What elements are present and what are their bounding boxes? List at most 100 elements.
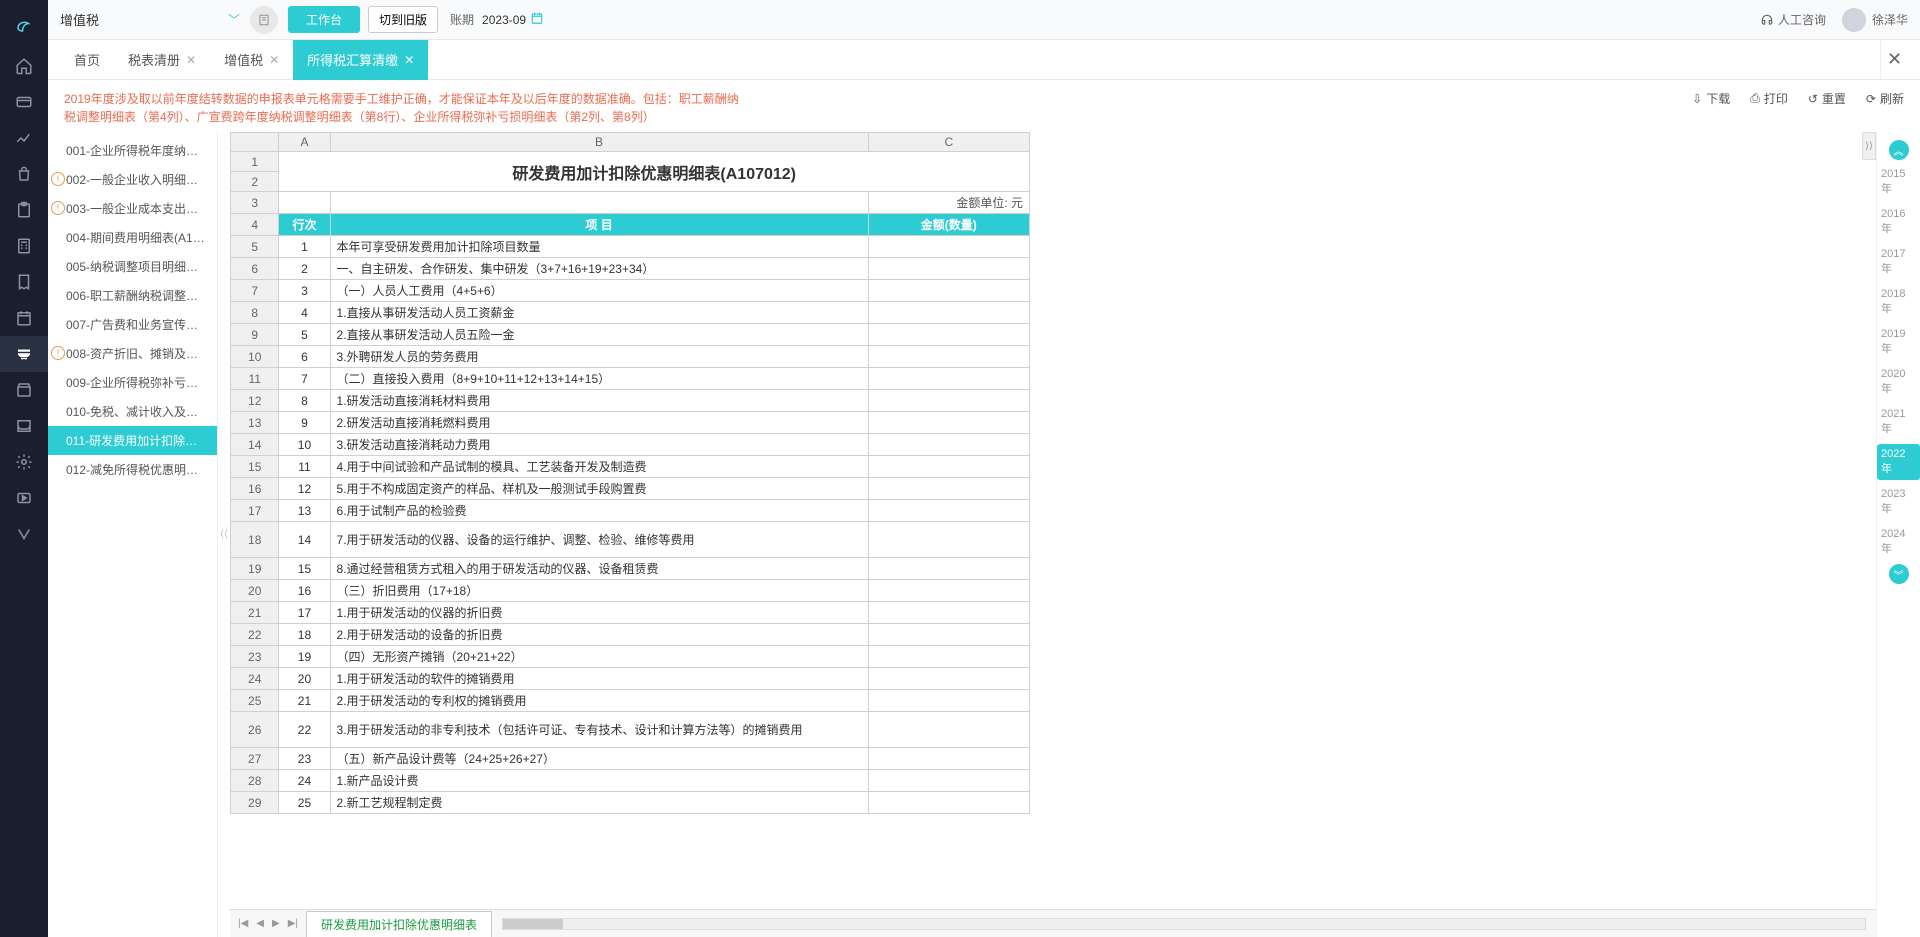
- form-list-item[interactable]: 002-一般企业收入明细表(A...: [48, 165, 217, 194]
- item-text-cell[interactable]: 1.直接从事研发活动人员工资薪金: [330, 302, 868, 324]
- amount-cell[interactable]: [868, 712, 1029, 748]
- sheet-title[interactable]: 研发费用加计扣除优惠明细表(A107012): [279, 152, 1030, 192]
- amount-cell[interactable]: [868, 522, 1029, 558]
- item-text-cell[interactable]: （三）折旧费用（17+18）: [330, 580, 868, 602]
- line-number-cell[interactable]: 21: [279, 690, 330, 712]
- row-header[interactable]: 20: [231, 580, 279, 602]
- refresh-button[interactable]: ⟳ 刷新: [1866, 90, 1904, 107]
- header-row-amount[interactable]: 金额(数量): [868, 214, 1029, 236]
- sheet-tab-active[interactable]: 研发费用加计扣除优惠明细表: [306, 911, 492, 937]
- nav-receipt-icon[interactable]: [0, 264, 48, 300]
- line-number-cell[interactable]: 10: [279, 434, 330, 456]
- row-header[interactable]: 8: [231, 302, 279, 324]
- print-button[interactable]: ⎙ 打印: [1750, 90, 1788, 107]
- amount-cell[interactable]: [868, 302, 1029, 324]
- amount-cell[interactable]: [868, 390, 1029, 412]
- line-number-cell[interactable]: 25: [279, 792, 330, 814]
- row-header[interactable]: 10: [231, 346, 279, 368]
- app-logo-icon[interactable]: [0, 8, 48, 48]
- row-header[interactable]: 14: [231, 434, 279, 456]
- sheet-corner[interactable]: [231, 133, 279, 152]
- item-text-cell[interactable]: 3.外聘研发人员的劳务费用: [330, 346, 868, 368]
- col-header-b[interactable]: B: [330, 133, 868, 152]
- line-number-cell[interactable]: 14: [279, 522, 330, 558]
- form-list-item[interactable]: 009-企业所得税弥补亏损明...: [48, 368, 217, 397]
- line-number-cell[interactable]: 9: [279, 412, 330, 434]
- tab-3[interactable]: 所得税汇算清缴✕: [293, 40, 428, 80]
- row-header[interactable]: 26: [231, 712, 279, 748]
- amount-cell[interactable]: [868, 412, 1029, 434]
- year-item[interactable]: 2020年: [1877, 364, 1920, 400]
- form-list-item[interactable]: 010-免税、减计收入及加计...: [48, 397, 217, 426]
- col-header-c[interactable]: C: [868, 133, 1029, 152]
- header-row-item[interactable]: 项 目: [330, 214, 868, 236]
- amount-cell[interactable]: [868, 668, 1029, 690]
- item-text-cell[interactable]: 6.用于试制产品的检验费: [330, 500, 868, 522]
- row-header[interactable]: 12: [231, 390, 279, 412]
- nav-card-icon[interactable]: [0, 84, 48, 120]
- row-header[interactable]: 17: [231, 500, 279, 522]
- line-number-cell[interactable]: 2: [279, 258, 330, 280]
- nav-calc-icon[interactable]: [0, 228, 48, 264]
- line-number-cell[interactable]: 12: [279, 478, 330, 500]
- line-number-cell[interactable]: 7: [279, 368, 330, 390]
- amount-cell[interactable]: [868, 624, 1029, 646]
- workspace-button[interactable]: 工作台: [288, 6, 360, 33]
- row-header[interactable]: 7: [231, 280, 279, 302]
- year-item[interactable]: 2017年: [1877, 244, 1920, 280]
- user-menu[interactable]: 徐泽华: [1842, 8, 1908, 32]
- form-list-item[interactable]: 001-企业所得税年度纳税申...: [48, 136, 217, 165]
- circle-toggle-button[interactable]: [250, 6, 278, 34]
- line-number-cell[interactable]: 20: [279, 668, 330, 690]
- row-header[interactable]: 5: [231, 236, 279, 258]
- unit-label[interactable]: 金额单位: 元: [868, 192, 1029, 214]
- nav-settings-icon[interactable]: [0, 444, 48, 480]
- sheet-nav-prev-icon[interactable]: ◀: [254, 918, 266, 929]
- form-list-item[interactable]: 012-减免所得税优惠明细表(...: [48, 455, 217, 484]
- amount-cell[interactable]: [868, 646, 1029, 668]
- item-text-cell[interactable]: 5.用于不构成固定资产的样品、样机及一般测试手段购置费: [330, 478, 868, 500]
- amount-cell[interactable]: [868, 324, 1029, 346]
- item-text-cell[interactable]: 4.用于中间试验和产品试制的模具、工艺装备开发及制造费: [330, 456, 868, 478]
- line-number-cell[interactable]: 17: [279, 602, 330, 624]
- line-number-cell[interactable]: 11: [279, 456, 330, 478]
- amount-cell[interactable]: [868, 602, 1029, 624]
- sheet-nav-next-icon[interactable]: ▶: [270, 918, 282, 929]
- support-link[interactable]: 人工咨询: [1760, 11, 1826, 28]
- line-number-cell[interactable]: 22: [279, 712, 330, 748]
- tab-0[interactable]: 首页: [60, 40, 114, 80]
- row-header[interactable]: 22: [231, 624, 279, 646]
- horizontal-scrollbar[interactable]: [502, 918, 1866, 930]
- nav-chart-icon[interactable]: [0, 120, 48, 156]
- row-header[interactable]: 18: [231, 522, 279, 558]
- amount-cell[interactable]: [868, 434, 1029, 456]
- amount-cell[interactable]: [868, 280, 1029, 302]
- nav-tax-icon[interactable]: [0, 336, 48, 372]
- form-list-item[interactable]: 005-纳税调整项目明细表(A1...: [48, 252, 217, 281]
- collapse-handle[interactable]: ⟨⟨: [218, 132, 230, 937]
- item-text-cell[interactable]: 2.用于研发活动的专利权的摊销费用: [330, 690, 868, 712]
- year-item[interactable]: 2024年: [1877, 524, 1920, 560]
- year-item[interactable]: 2019年: [1877, 324, 1920, 360]
- form-list-item[interactable]: 007-广告费和业务宣传费跨...: [48, 310, 217, 339]
- year-item[interactable]: 2018年: [1877, 284, 1920, 320]
- item-text-cell[interactable]: 2.研发活动直接消耗燃料费用: [330, 412, 868, 434]
- row-header[interactable]: 28: [231, 770, 279, 792]
- line-number-cell[interactable]: 18: [279, 624, 330, 646]
- form-list-item[interactable]: 003-一般企业成本支出明细...: [48, 194, 217, 223]
- sheet-scroll-container[interactable]: A B C 1研发费用加计扣除优惠明细表(A107012) 2 3金额单位: 元…: [230, 132, 1876, 909]
- row-header[interactable]: 6: [231, 258, 279, 280]
- line-number-cell[interactable]: 13: [279, 500, 330, 522]
- row-header[interactable]: 15: [231, 456, 279, 478]
- tab-1[interactable]: 税表清册✕: [114, 40, 210, 80]
- line-number-cell[interactable]: 1: [279, 236, 330, 258]
- amount-cell[interactable]: [868, 500, 1029, 522]
- item-text-cell[interactable]: 8.通过经营租赁方式租入的用于研发活动的仪器、设备租赁费: [330, 558, 868, 580]
- col-header-a[interactable]: A: [279, 133, 330, 152]
- item-text-cell[interactable]: 7.用于研发活动的仪器、设备的运行维护、调整、检验、维修等费用: [330, 522, 868, 558]
- amount-cell[interactable]: [868, 558, 1029, 580]
- amount-cell[interactable]: [868, 368, 1029, 390]
- year-item[interactable]: 2022年: [1877, 444, 1920, 480]
- item-text-cell[interactable]: （四）无形资产摊销（20+21+22）: [330, 646, 868, 668]
- amount-cell[interactable]: [868, 748, 1029, 770]
